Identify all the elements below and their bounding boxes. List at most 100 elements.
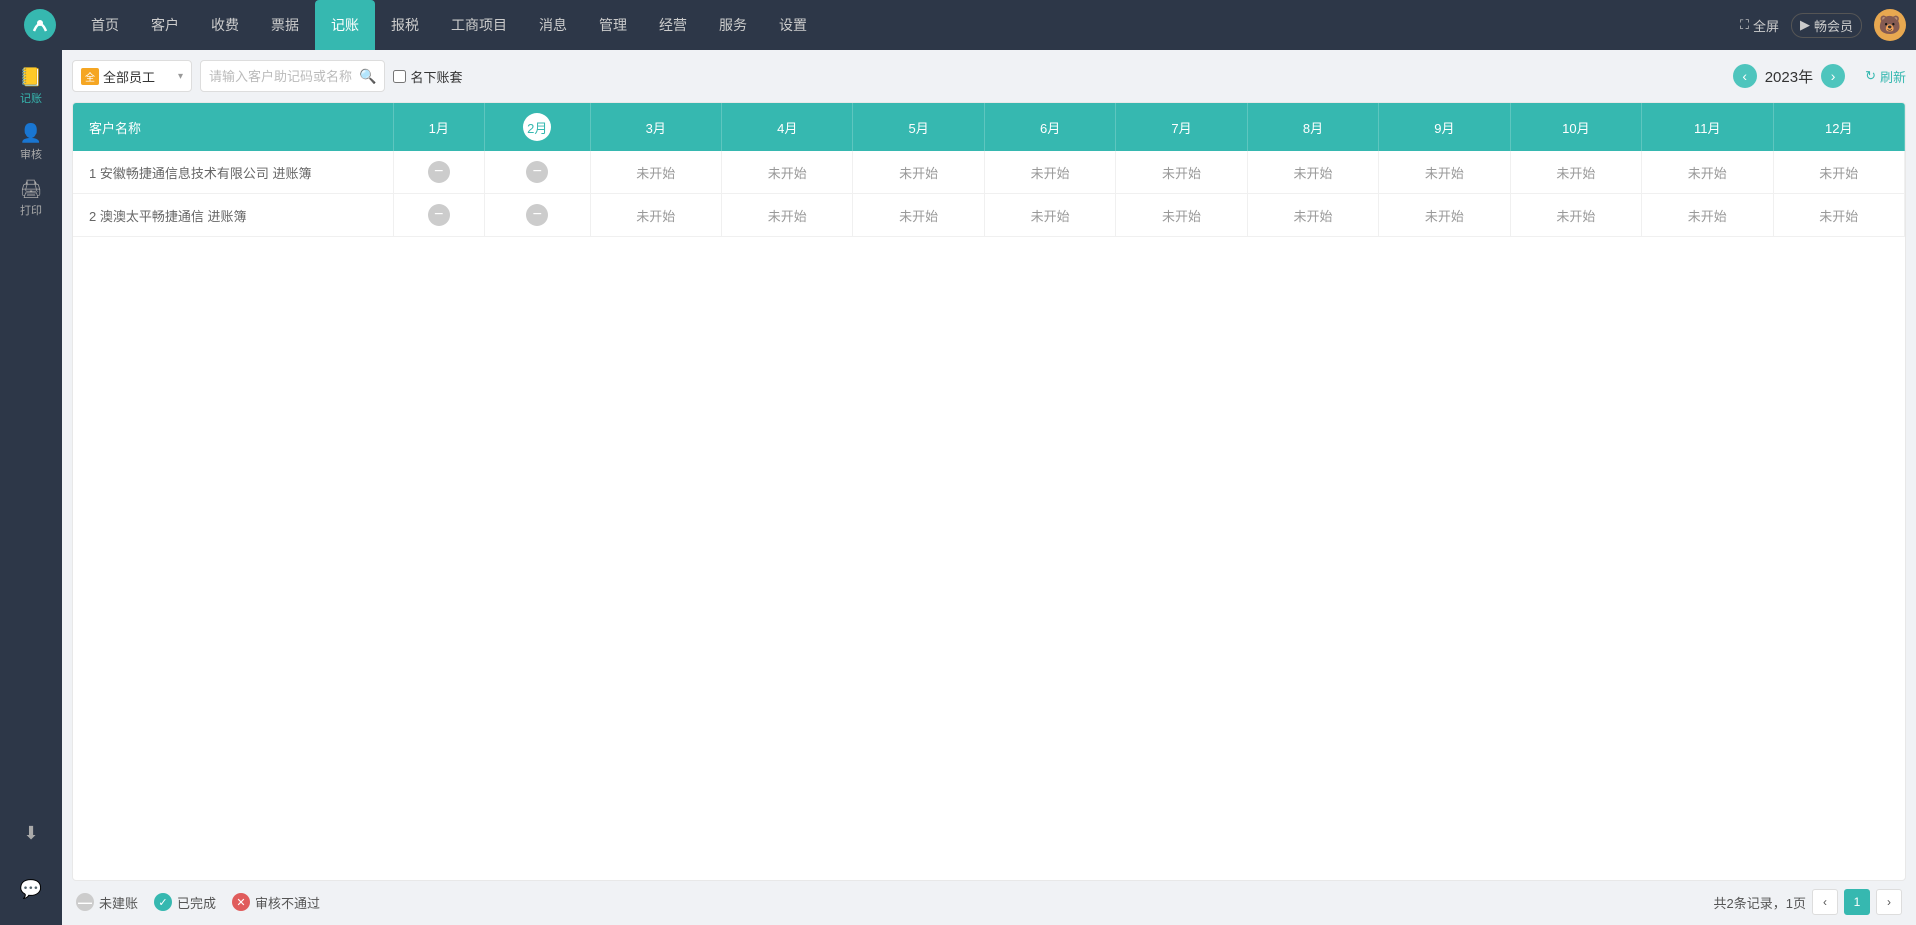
month-cell-r0-m6: 未开始 <box>1116 151 1247 194</box>
vip-label: 畅会员 <box>1814 16 1853 35</box>
sidebar-item-print[interactable]: 🖨 打印 <box>5 172 57 224</box>
vip-icon: ▶ <box>1800 17 1810 33</box>
status-not-started-text: 未开始 <box>1162 209 1201 224</box>
col-aug: 8月 <box>1247 103 1378 151</box>
page-1-button[interactable]: 1 <box>1844 889 1870 915</box>
year-prev-button[interactable]: ‹ <box>1733 64 1757 88</box>
year-display: 2023年 <box>1765 66 1813 87</box>
pagination: 共2条记录，1页 ‹ 1 › <box>1714 889 1902 915</box>
sidebar-item-chat[interactable]: 💬 <box>5 863 57 915</box>
sidebar: 📒 记账 👤 审核 🖨 打印 ⬇ 💬 <box>0 50 62 925</box>
month-cell-r1-m10: 未开始 <box>1642 194 1773 237</box>
month-cell-r0-m1[interactable]: − <box>485 151 591 194</box>
table-wrap: 客户名称 1月 2月 3月 4月 5月 6月 7月 8月 9月 10月 11月 … <box>72 102 1906 881</box>
month-cell-r0-m4: 未开始 <box>853 151 984 194</box>
search-input[interactable] <box>209 69 359 84</box>
status-not-started-text: 未开始 <box>1425 166 1464 181</box>
month-cell-r0-m5: 未开始 <box>984 151 1115 194</box>
table-row: 2 澳澳太平畅捷通信 进账簿−−未开始未开始未开始未开始未开始未开始未开始未开始… <box>73 194 1905 237</box>
nav-customer[interactable]: 客户 <box>135 0 195 50</box>
nav-message[interactable]: 消息 <box>523 0 583 50</box>
vip-button[interactable]: ▶ 畅会员 <box>1791 13 1862 38</box>
refresh-label: 刷新 <box>1880 67 1906 86</box>
sidebar-label-audit: 审核 <box>20 146 42 162</box>
page-prev-button[interactable]: ‹ <box>1812 889 1838 915</box>
fullscreen-button[interactable]: ⛶ 全屏 <box>1740 16 1779 35</box>
checkbox-label[interactable]: 名下账套 <box>393 67 462 86</box>
nav-settings[interactable]: 设置 <box>763 0 823 50</box>
col-may: 5月 <box>853 103 984 151</box>
sidebar-item-bookkeeping[interactable]: 📒 记账 <box>5 60 57 112</box>
status-not-started-text: 未开始 <box>768 209 807 224</box>
legend-dot-teal: ✓ <box>154 893 172 911</box>
status-not-started-text: 未开始 <box>636 209 675 224</box>
employee-select[interactable]: 全 全部员工 ▾ <box>72 60 192 92</box>
nav-business[interactable]: 工商项目 <box>435 0 523 50</box>
fullscreen-icon: ⛶ <box>1740 17 1749 33</box>
legend: — 未建账 ✓ 已完成 ✕ 审核不通过 <box>76 893 320 912</box>
legend-rejected: ✕ 审核不通过 <box>232 893 320 912</box>
legend-label-rejected: 审核不通过 <box>255 893 320 912</box>
month-cell-r1-m9: 未开始 <box>1510 194 1641 237</box>
logo <box>10 9 70 41</box>
main-layout: 📒 记账 👤 审核 🖨 打印 ⬇ 💬 全 全部员工 ▾ <box>0 50 1916 925</box>
enter-ledger-link[interactable]: 进账簿 <box>273 166 312 181</box>
company-name: 安徽畅捷通信息技术有限公司 <box>100 166 269 181</box>
customer-cell-0: 1 安徽畅捷通信息技术有限公司 进账簿 <box>73 151 393 194</box>
employee-badge: 全 <box>81 68 99 85</box>
avatar[interactable]: 🐻 <box>1874 9 1906 41</box>
total-text: 共2条记录，1页 <box>1714 893 1806 912</box>
status-dash-icon: − <box>428 204 450 226</box>
legend-dot-gray: — <box>76 893 94 911</box>
nav-tax[interactable]: 报税 <box>375 0 435 50</box>
nav-invoice[interactable]: 票据 <box>255 0 315 50</box>
month-cell-r0-m11: 未开始 <box>1773 151 1904 194</box>
col-mar: 3月 <box>590 103 721 151</box>
employee-select-text: 全部员工 <box>103 67 174 86</box>
month-cell-r0-m9: 未开始 <box>1510 151 1641 194</box>
status-dash-icon: − <box>428 161 450 183</box>
col-jan: 1月 <box>393 103 485 151</box>
month-cell-r1-m8: 未开始 <box>1379 194 1510 237</box>
refresh-button[interactable]: ↻ 刷新 <box>1865 67 1906 86</box>
month-cell-r0-m8: 未开始 <box>1379 151 1510 194</box>
year-next-button[interactable]: › <box>1821 64 1845 88</box>
status-not-started-text: 未开始 <box>636 166 675 181</box>
status-not-started-text: 未开始 <box>1556 209 1595 224</box>
company-name: 澳澳太平畅捷通信 <box>100 209 204 224</box>
checkbox-mine[interactable] <box>393 70 406 83</box>
page-next-button[interactable]: › <box>1876 889 1902 915</box>
legend-label-completed: 已完成 <box>177 893 216 912</box>
search-icon[interactable]: 🔍 <box>359 68 376 85</box>
month-cell-r1-m3: 未开始 <box>722 194 853 237</box>
nav-charge[interactable]: 收费 <box>195 0 255 50</box>
status-not-started-text: 未开始 <box>1819 209 1858 224</box>
nav-service[interactable]: 服务 <box>703 0 763 50</box>
month-cell-r0-m0[interactable]: − <box>393 151 485 194</box>
nav-operation[interactable]: 经营 <box>643 0 703 50</box>
search-input-wrap: 🔍 <box>200 60 385 92</box>
status-not-started-text: 未开始 <box>1293 209 1332 224</box>
nav-manage[interactable]: 管理 <box>583 0 643 50</box>
chat-icon: 💬 <box>20 879 42 900</box>
month-cell-r1-m11: 未开始 <box>1773 194 1904 237</box>
nav-bookkeeping[interactable]: 记账 <box>315 0 375 50</box>
month-cell-r1-m1[interactable]: − <box>485 194 591 237</box>
enter-ledger-link[interactable]: 进账簿 <box>208 209 247 224</box>
sidebar-item-download[interactable]: ⬇ <box>5 807 57 859</box>
status-not-started-text: 未开始 <box>1031 209 1070 224</box>
nav-home[interactable]: 首页 <box>75 0 135 50</box>
col-jun: 6月 <box>984 103 1115 151</box>
status-not-started-text: 未开始 <box>1425 209 1464 224</box>
col-sep: 9月 <box>1379 103 1510 151</box>
month-cell-r1-m0[interactable]: − <box>393 194 485 237</box>
status-not-started-text: 未开始 <box>1031 166 1070 181</box>
col-nov: 11月 <box>1642 103 1773 151</box>
status-not-started-text: 未开始 <box>899 166 938 181</box>
download-icon: ⬇ <box>23 823 38 844</box>
sidebar-label-bookkeeping: 记账 <box>20 90 42 106</box>
sidebar-item-audit[interactable]: 👤 审核 <box>5 116 57 168</box>
content-area: 全 全部员工 ▾ 🔍 名下账套 ‹ 2023年 › ↻ 刷新 <box>62 50 1916 925</box>
chevron-down-icon: ▾ <box>178 71 183 82</box>
status-not-started-text: 未开始 <box>1162 166 1201 181</box>
